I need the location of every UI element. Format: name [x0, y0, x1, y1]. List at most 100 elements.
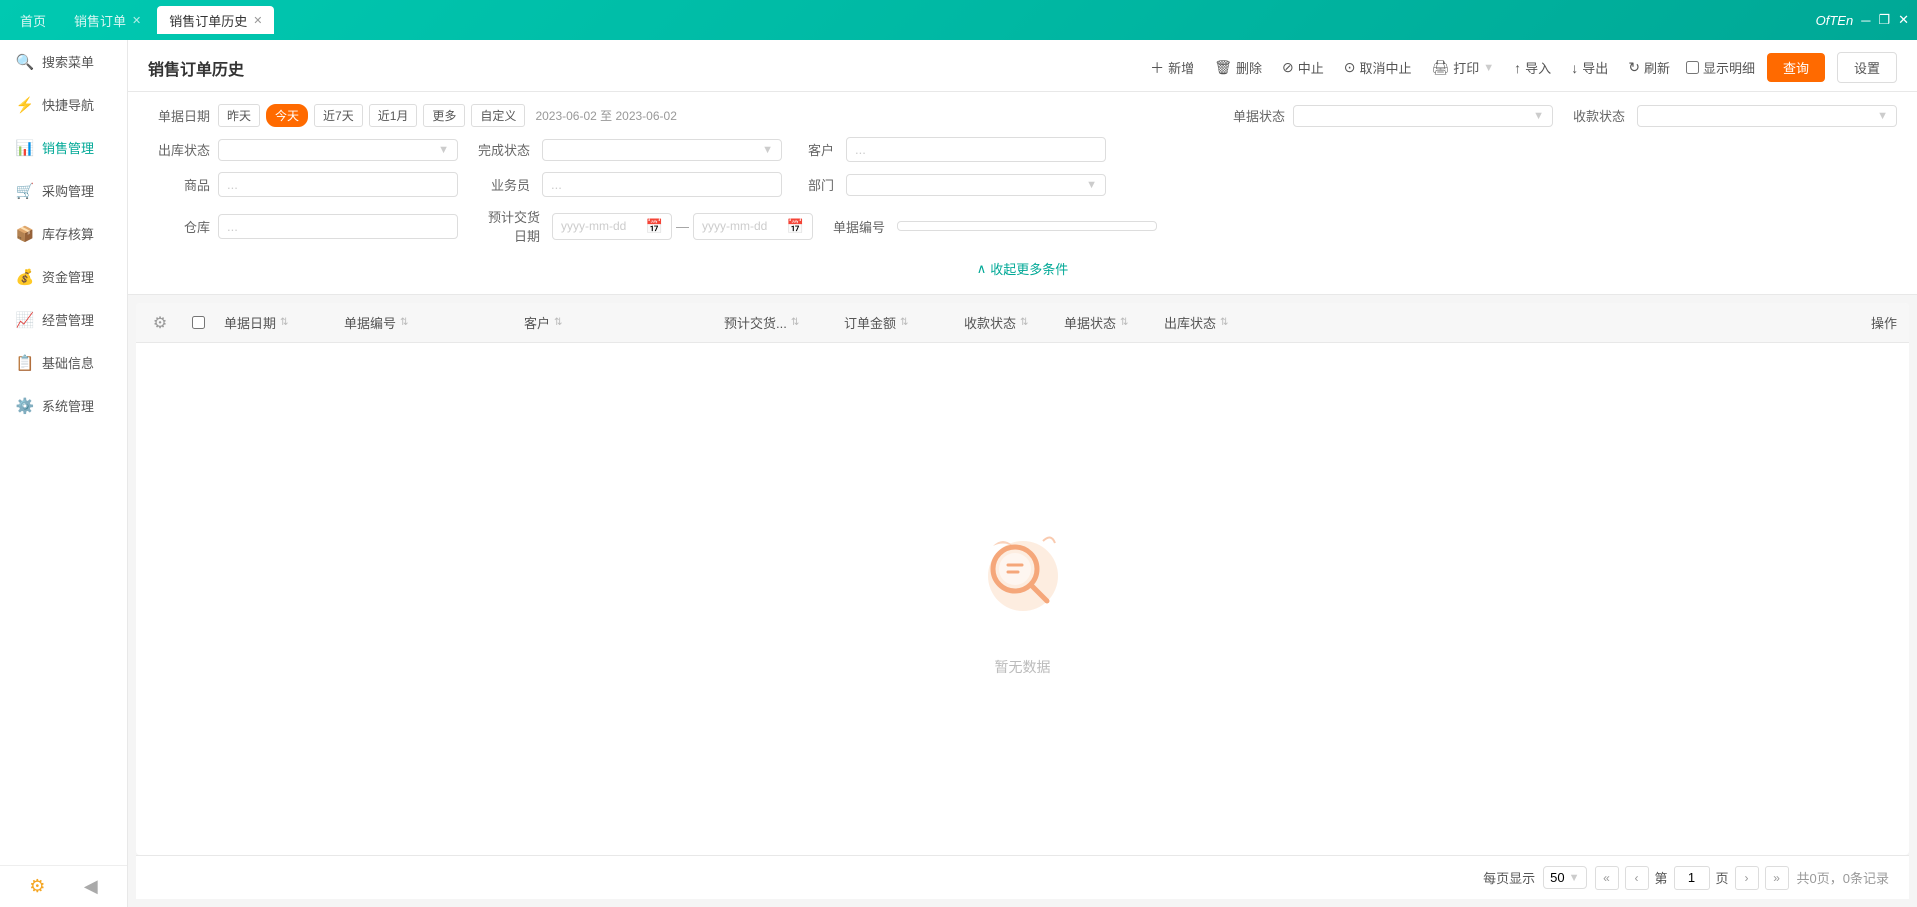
department-select[interactable]: ▼ — [846, 174, 1106, 196]
table-container: ⚙ 单据日期 ⇅ 单据编号 ⇅ 客户 ⇅ 预计交货... — [136, 303, 1909, 855]
delivery-from-calendar-icon: 📅 — [646, 218, 663, 235]
sidebar-item-base-info[interactable]: 📋 基础信息 — [0, 341, 127, 384]
page-last-btn[interactable]: » — [1765, 866, 1789, 890]
customer-input[interactable]: ... — [846, 137, 1106, 162]
th-order-no-sort-icon: ⇅ — [400, 317, 408, 328]
page-next-btn[interactable]: › — [1735, 866, 1759, 890]
date-btn-today[interactable]: 今天 — [266, 104, 308, 127]
filter-row-2: 出库状态 ▼ 完成状态 ▼ 客户 ... — [148, 137, 1897, 162]
gear-icon[interactable]: ⚙ — [153, 313, 167, 333]
tab-sales-order-history[interactable]: 销售订单历史 ✕ — [157, 6, 274, 34]
th-delivery[interactable]: 预计交货... ⇅ — [716, 313, 836, 332]
sidebar-item-operation-label: 经营管理 — [42, 310, 94, 329]
operation-icon: 📈 — [16, 311, 34, 329]
th-amount-label: 订单金额 — [844, 313, 896, 332]
th-customer[interactable]: 客户 ⇅ — [516, 313, 716, 332]
th-warehouse-status[interactable]: 出库状态 ⇅ — [1156, 313, 1256, 332]
sidebar-item-system[interactable]: ⚙️ 系统管理 — [0, 384, 127, 427]
restore-btn[interactable]: ❐ — [1878, 12, 1890, 28]
th-customer-sort-icon: ⇅ — [554, 317, 562, 328]
page-unit: 页 — [1716, 868, 1729, 887]
date-btn-yesterday[interactable]: 昨天 — [218, 104, 260, 127]
minimize-btn[interactable]: ─ — [1861, 13, 1870, 28]
page-number-input[interactable] — [1674, 866, 1710, 890]
settings-button[interactable]: 设置 — [1837, 52, 1897, 83]
th-payment-status[interactable]: 收款状态 ⇅ — [956, 313, 1056, 332]
th-checkbox[interactable] — [180, 316, 216, 329]
stop-button[interactable]: ⊘ 中止 — [1278, 56, 1328, 79]
sidebar-item-inventory-label: 库存核算 — [42, 224, 94, 243]
filter-area: 单据日期 昨天 今天 近7天 近1月 更多 自定义 2023-06-02 至 2… — [128, 92, 1917, 295]
stop-label: 中止 — [1298, 58, 1324, 77]
sidebar-collapse-icon[interactable]: ◀ — [84, 876, 98, 897]
sidebar-bottom: ⚙ ◀ — [0, 865, 127, 907]
delete-button[interactable]: 🗑 删除 — [1210, 56, 1266, 79]
display-detail-checkbox[interactable] — [1686, 61, 1699, 74]
sidebar-item-finance[interactable]: 💰 资金管理 — [0, 255, 127, 298]
tab-sales-order[interactable]: 销售订单 ✕ — [62, 6, 153, 34]
export-button[interactable]: ↓ 导出 — [1567, 56, 1612, 79]
refresh-button[interactable]: ↻ 刷新 — [1624, 56, 1674, 79]
page-size-select[interactable]: 50 ▼ — [1543, 866, 1586, 889]
sidebar-item-quick-nav-label: 快捷导航 — [42, 95, 94, 114]
sidebar-item-sales-mgmt[interactable]: 📊 销售管理 — [0, 126, 127, 169]
warehouse-status-select[interactable]: ▼ — [218, 139, 458, 161]
collapse-button[interactable]: ∧ 收起更多条件 — [148, 255, 1897, 282]
sidebar-item-quick-nav[interactable]: ⚡ 快捷导航 — [0, 83, 127, 126]
filter-row-3: 商品 ... 业务员 ... 部门 ▼ — [148, 172, 1897, 197]
filter-row-date: 单据日期 昨天 今天 近7天 近1月 更多 自定义 2023-06-02 至 2… — [148, 104, 1897, 127]
sidebar-item-inventory[interactable]: 📦 库存核算 — [0, 212, 127, 255]
date-btn-1month[interactable]: 近1月 — [369, 104, 418, 127]
page-first-btn[interactable]: « — [1595, 866, 1619, 890]
import-button[interactable]: ↑ 导入 — [1510, 56, 1555, 79]
delete-icon: 🗑 — [1214, 59, 1232, 76]
date-btn-7days[interactable]: 近7天 — [314, 104, 363, 127]
tab-sales-order-history-close[interactable]: ✕ — [253, 14, 262, 27]
delivery-from-placeholder: yyyy-mm-dd — [561, 219, 626, 233]
system-icon: ⚙️ — [16, 397, 34, 415]
date-btn-more[interactable]: 更多 — [423, 104, 465, 127]
sidebar-settings-icon[interactable]: ⚙ — [29, 876, 45, 897]
salesperson-input[interactable]: ... — [542, 172, 782, 197]
th-date-label: 单据日期 — [224, 313, 276, 332]
page-header: 销售订单历史 ＋ 新增 🗑 删除 ⊘ 中止 ⊙ 取消中止 — [128, 40, 1917, 92]
delivery-from-input[interactable]: yyyy-mm-dd 📅 — [552, 213, 672, 240]
payment-status-select[interactable]: ▼ — [1637, 105, 1897, 127]
close-btn[interactable]: ✕ — [1898, 12, 1909, 28]
date-btn-custom[interactable]: 自定义 — [471, 104, 525, 127]
page-prev-icon: ‹ — [1635, 871, 1639, 885]
select-all-checkbox[interactable] — [192, 316, 205, 329]
page-size-chevron: ▼ — [1569, 872, 1580, 884]
tab-home[interactable]: 首页 — [8, 6, 58, 34]
display-detail-toggle[interactable]: 显示明细 — [1686, 58, 1755, 77]
page-first-icon: « — [1603, 871, 1610, 885]
delivery-to-input[interactable]: yyyy-mm-dd 📅 — [693, 213, 813, 240]
cancel-stop-button[interactable]: ⊙ 取消中止 — [1340, 56, 1416, 79]
page-prev-btn[interactable]: ‹ — [1625, 866, 1649, 890]
th-settings[interactable]: ⚙ — [140, 313, 180, 333]
th-date[interactable]: 单据日期 ⇅ — [216, 313, 336, 332]
sidebar-item-search-menu[interactable]: 🔍 搜索菜单 — [0, 40, 127, 83]
order-no-input[interactable] — [897, 221, 1157, 231]
th-order-no-label: 单据编号 — [344, 313, 396, 332]
tab-sales-order-close[interactable]: ✕ — [132, 14, 141, 27]
complete-status-select[interactable]: ▼ — [542, 139, 782, 161]
goods-input[interactable]: ... — [218, 172, 458, 197]
th-amount[interactable]: 订单金额 ⇅ — [836, 313, 956, 332]
cancel-stop-label: 取消中止 — [1359, 58, 1411, 77]
page-title: 销售订单历史 — [148, 56, 244, 80]
tab-home-label: 首页 — [20, 11, 46, 30]
th-order-status[interactable]: 单据状态 ⇅ — [1056, 313, 1156, 332]
search-button[interactable]: 查询 — [1767, 53, 1825, 82]
sidebar-item-purchase-mgmt[interactable]: 🛒 采购管理 — [0, 169, 127, 212]
add-button[interactable]: ＋ 新增 — [1146, 56, 1198, 80]
th-payment-sort-icon: ⇅ — [1020, 317, 1028, 328]
warehouse-input[interactable]: ... — [218, 214, 458, 239]
goods-placeholder: ... — [227, 177, 238, 192]
complete-status-label: 完成状态 — [478, 140, 538, 159]
th-order-no[interactable]: 单据编号 ⇅ — [336, 313, 516, 332]
print-button[interactable]: 🖨 打印 ▼ — [1427, 56, 1498, 79]
page-label: 第 — [1655, 868, 1668, 887]
order-status-select[interactable]: ▼ — [1293, 105, 1553, 127]
sidebar-item-operation[interactable]: 📈 经营管理 — [0, 298, 127, 341]
